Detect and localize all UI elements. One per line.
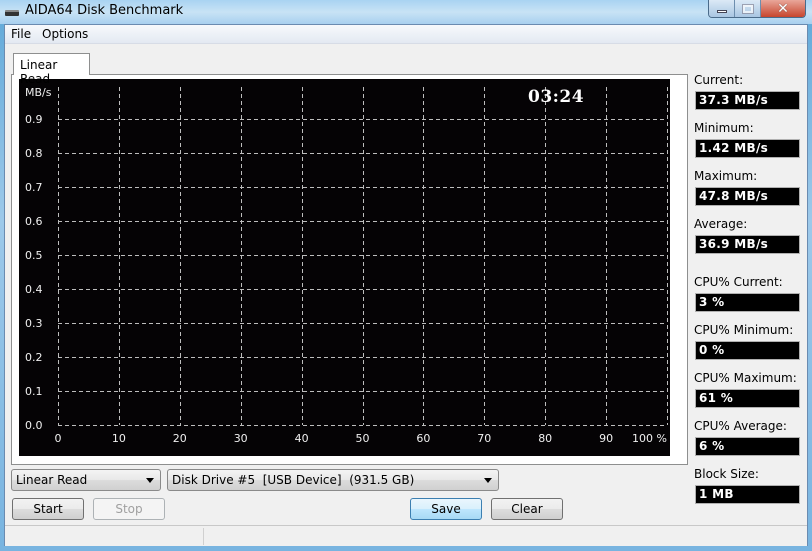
- y-tick-label: 0.9: [25, 113, 43, 126]
- y-tick-labels: 0.0 0.1 0.2 0.3 0.4 0.5 0.6 0.7 0.8 0.9: [25, 113, 43, 432]
- x-tick-label: 50: [356, 432, 370, 445]
- x-tick-label: 0: [55, 432, 62, 445]
- status-separator: [203, 528, 204, 545]
- y-tick-label: 0.1: [25, 385, 43, 398]
- average-value: 36.9 MB/s: [695, 235, 800, 254]
- window-controls: ✕: [708, 0, 806, 18]
- cpu-maximum-value: 61 %: [695, 389, 800, 408]
- drive-value: Disk Drive #5 [USB Device] (931.5 GB): [172, 473, 415, 487]
- y-tick-label: 0.8: [25, 147, 43, 160]
- window-title: AIDA64 Disk Benchmark: [25, 3, 184, 18]
- minimize-button[interactable]: [709, 0, 735, 17]
- close-button[interactable]: ✕: [761, 0, 805, 17]
- status-bar: [5, 525, 807, 546]
- cpu-current-label: CPU% Current:: [694, 275, 783, 289]
- cpu-current-value: 3 %: [695, 293, 800, 312]
- stop-button[interactable]: Stop: [93, 498, 165, 520]
- title-bar[interactable]: AIDA64 Disk Benchmark ✕: [0, 0, 812, 24]
- cpu-minimum-label: CPU% Minimum:: [694, 323, 794, 337]
- x-tick-label: 30: [234, 432, 248, 445]
- block-size-value: 1 MB: [695, 485, 800, 504]
- y-axis-label: MB/s: [25, 86, 52, 99]
- block-size-label: Block Size:: [694, 467, 759, 481]
- chevron-down-icon: [146, 478, 154, 483]
- menu-bar: File Options: [5, 25, 807, 44]
- clear-button[interactable]: Clear: [491, 498, 563, 520]
- y-tick-label: 0.0: [25, 419, 43, 432]
- x-tick-label: 90: [599, 432, 613, 445]
- average-label: Average:: [694, 217, 748, 231]
- maximum-label: Maximum:: [694, 169, 758, 183]
- y-tick-label: 0.2: [25, 351, 43, 364]
- disk-drive-icon: [5, 10, 19, 16]
- x-tick-label: 60: [416, 432, 430, 445]
- maximize-button[interactable]: [735, 0, 761, 17]
- tab-linear-read[interactable]: Linear Read: [13, 53, 90, 86]
- y-tick-label: 0.4: [25, 283, 43, 296]
- y-tick-label: 0.3: [25, 317, 43, 330]
- minimum-value: 1.42 MB/s: [695, 139, 800, 158]
- minimum-label: Minimum:: [694, 121, 754, 135]
- cpu-maximum-label: CPU% Maximum:: [694, 371, 797, 385]
- current-label: Current:: [694, 73, 744, 87]
- minimize-icon: [716, 10, 727, 13]
- close-icon: ✕: [777, 0, 789, 17]
- x-tick-label: 80: [538, 432, 552, 445]
- menu-file[interactable]: File: [11, 27, 31, 41]
- cpu-average-value: 6 %: [695, 437, 800, 456]
- current-value: 37.3 MB/s: [695, 91, 800, 110]
- drive-select[interactable]: Disk Drive #5 [USB Device] (931.5 GB): [167, 469, 499, 491]
- menu-options[interactable]: Options: [42, 27, 88, 41]
- chart-svg: MB/s 0.0 0.1 0.2 0.3 0.4 0.5 0.6 0.7 0.8 0.9 0 10 2…: [25, 86, 668, 445]
- y-tick-label: 0.5: [25, 249, 43, 262]
- x-tick-label: 20: [173, 432, 187, 445]
- x-tick-label: 100 %: [632, 432, 667, 445]
- x-tick-label: 10: [112, 432, 126, 445]
- benchmark-chart: MB/s 0.0 0.1 0.2 0.3 0.4 0.5 0.6 0.7 0.8 0.9 0 10 2…: [19, 79, 670, 456]
- y-tick-label: 0.6: [25, 215, 43, 228]
- chart-grid: [58, 87, 668, 426]
- chevron-down-icon: [484, 478, 492, 483]
- x-tick-label: 40: [295, 432, 309, 445]
- start-button[interactable]: Start: [12, 498, 84, 520]
- test-type-value: Linear Read: [16, 473, 88, 487]
- test-type-select[interactable]: Linear Read: [11, 469, 161, 491]
- elapsed-timer: 03:24: [528, 87, 585, 107]
- cpu-minimum-value: 0 %: [695, 341, 800, 360]
- cpu-average-label: CPU% Average:: [694, 419, 787, 433]
- x-tick-label: 70: [477, 432, 491, 445]
- x-tick-labels: 0 10 20 30 40 50 60 70 80 90 100 %: [55, 432, 668, 445]
- maximize-icon: [741, 3, 754, 14]
- save-button[interactable]: Save: [410, 498, 482, 520]
- maximum-value: 47.8 MB/s: [695, 187, 800, 206]
- main-window: File Options Linear Read MB/s 0.0 0.1 0.2 0…: [4, 24, 808, 546]
- y-tick-label: 0.7: [25, 181, 43, 194]
